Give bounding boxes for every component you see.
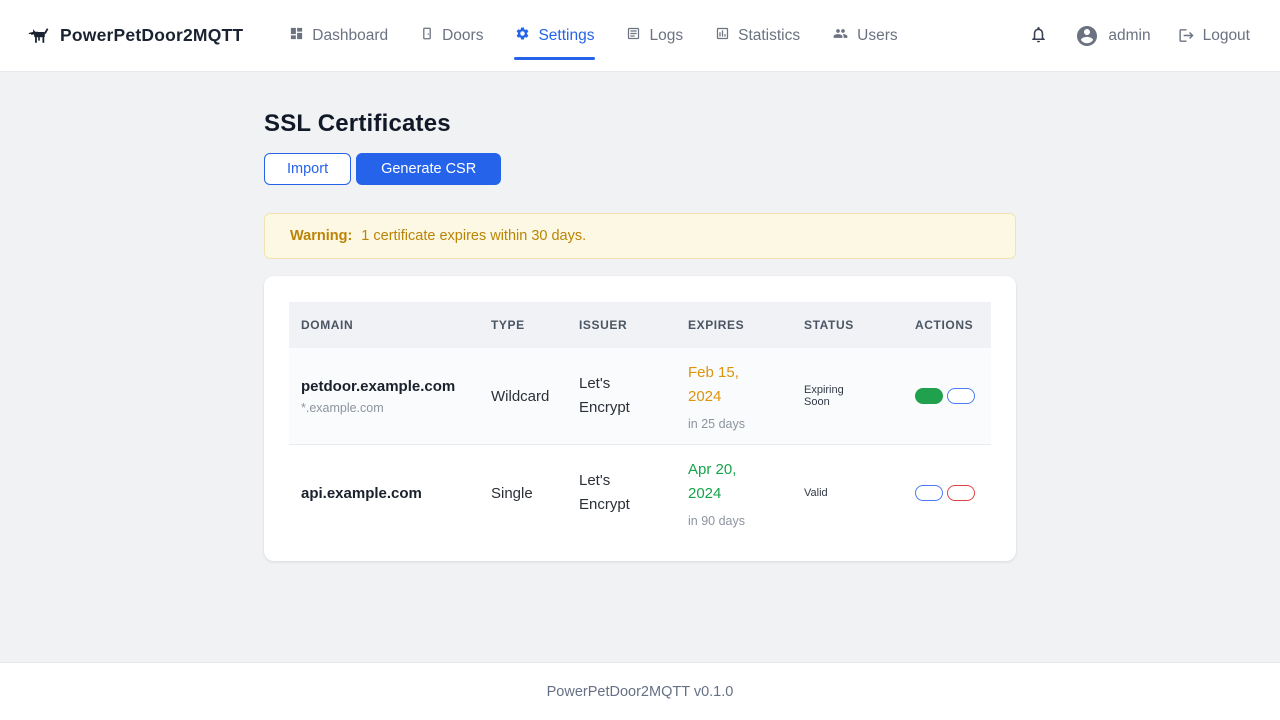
user-avatar-icon [1075,24,1099,48]
notifications-bell-button[interactable] [1029,24,1048,48]
certificate-issuer: Let's Encrypt [579,472,630,513]
cert-view-button[interactable] [947,388,975,404]
certificates-card: Domain Type Issuer Expires Status Action… [264,276,1016,561]
logout-exit-icon [1178,27,1195,44]
certificate-toolbar: Import Generate CSR [264,153,1016,185]
cert-delete-button[interactable] [947,485,975,501]
nav-item-dashboard[interactable]: Dashboard [289,0,388,72]
expiry-warning-banner: Warning: 1 certificate expires within 30… [264,213,1016,259]
column-header-status: Status [792,302,903,348]
page-footer: PowerPetDoor2MQTT v0.1.0 [0,662,1280,720]
generate-csr-button[interactable]: Generate CSR [356,153,502,185]
logout-label: Logout [1202,26,1250,44]
main-nav: Dashboard Doors Settings Logs Statistics [289,0,898,72]
certificate-status: Expiring Soon [804,384,844,408]
nav-item-label: Statistics [738,26,801,44]
column-header-expires: Expires [676,302,792,348]
topbar-right: admin Logout [1029,24,1250,48]
app-title: PowerPetDoor2MQTT [60,25,244,45]
user-menu[interactable]: admin [1075,24,1151,48]
door-icon [420,26,434,46]
certificate-actions [915,388,979,404]
certificate-alt-name: *.example.com [301,400,384,415]
certificate-status: Valid [804,487,828,499]
certificate-domain: api.example.com [301,484,422,502]
dog-logo-icon [28,26,51,45]
dashboard-grid-icon [289,26,304,46]
nav-item-label: Logs [649,26,684,44]
nav-item-settings[interactable]: Settings [514,0,596,72]
certificate-actions [915,485,979,501]
document-lines-icon [626,26,641,46]
column-header-domain: Domain [289,302,479,348]
certificate-issuer: Let's Encrypt [579,375,630,416]
certificate-expiry-relative: in 25 days [688,417,745,431]
brand: PowerPetDoor2MQTT [28,25,243,46]
page-title: SSL Certificates [264,110,451,137]
bar-chart-icon [715,26,730,46]
nav-item-label: Dashboard [312,26,389,44]
table-row: api.example.com Single Let's Encrypt Apr… [289,445,991,542]
nav-item-logs[interactable]: Logs [626,0,683,72]
table-header-row: Domain Type Issuer Expires Status Action… [289,302,991,348]
certificate-domain: petdoor.example.com [301,377,456,395]
column-header-actions: Actions [903,302,991,348]
footer-version-text: PowerPetDoor2MQTT v0.1.0 [546,683,734,700]
nav-item-doors[interactable]: Doors [420,0,483,72]
people-icon [832,26,849,46]
current-user-label: admin [1108,26,1151,44]
table-row: petdoor.example.com *.example.com Wildca… [289,348,991,445]
nav-item-label: Settings [538,26,595,44]
logout-button[interactable]: Logout [1178,27,1250,45]
warning-label: Warning: [290,228,353,244]
nav-item-label: Doors [442,26,484,44]
main-content: SSL Certificates Import Generate CSR War… [0,72,1280,662]
certificates-table: Domain Type Issuer Expires Status Action… [289,302,991,541]
import-button[interactable]: Import [264,153,352,185]
column-header-issuer: Issuer [567,302,676,348]
certificate-type: Single [491,484,533,502]
certificate-expiry-date: Apr 20, 2024 [688,461,737,502]
nav-item-users[interactable]: Users [832,0,898,72]
column-header-type: Type [479,302,567,348]
nav-item-label: Users [857,26,898,44]
warning-message: 1 certificate expires within 30 days. [361,228,587,244]
cert-renew-button[interactable] [915,388,943,404]
certificate-expiry-date: Feb 15, 2024 [688,364,739,405]
certificate-expiry-relative: in 90 days [688,514,745,528]
bell-icon [1029,24,1048,48]
gear-icon [515,26,530,46]
top-navigation-bar: PowerPetDoor2MQTT Dashboard Doors Settin… [0,0,1280,72]
certificate-type: Wildcard [491,387,550,405]
cert-view-button[interactable] [915,485,943,501]
nav-item-statistics[interactable]: Statistics [715,0,800,72]
